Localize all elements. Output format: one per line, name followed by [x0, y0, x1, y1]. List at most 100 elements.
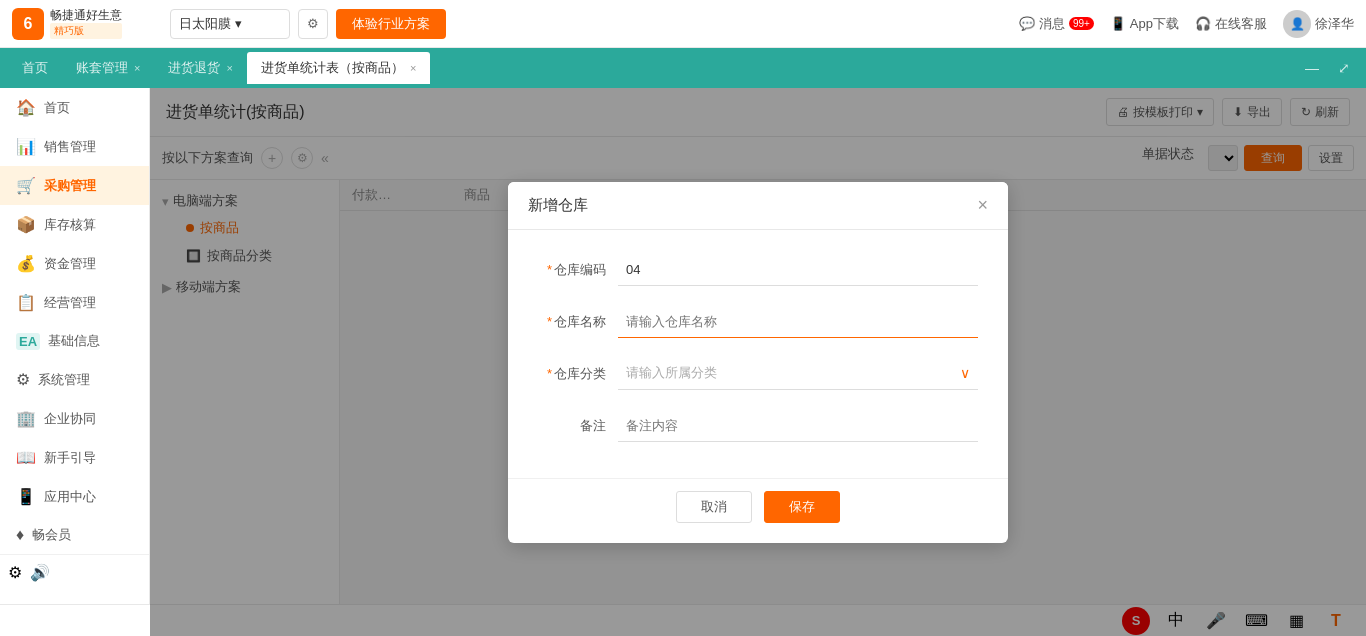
modal-body: *仓库编码 *仓库名称 *仓库分类 [508, 230, 1008, 478]
content-area: 进货单统计(按商品) 🖨 按模板打印 ▾ ⬇ 导出 ↻ 刷新 按以下方案查询 [150, 88, 1366, 636]
user-area[interactable]: 👤 徐泽华 [1283, 10, 1354, 38]
settings-bottom-icon[interactable]: ⚙ [8, 563, 22, 582]
speaker-icon[interactable]: 🔊 [30, 563, 50, 582]
sidebar-item-enterprise[interactable]: 🏢 企业协同 [0, 399, 149, 438]
tab-home[interactable]: 首页 [8, 52, 62, 84]
sidebar-item-basic-info[interactable]: EA 基础信息 [0, 322, 149, 360]
message-icon: 💬 [1019, 16, 1035, 31]
vip-icon: ♦ [16, 526, 24, 544]
warehouse-name-row: *仓库名称 [538, 306, 978, 338]
sidebar-item-guide-label: 新手引导 [44, 449, 96, 467]
header-right: 💬 消息 99+ 📱 App下载 🎧 在线客服 👤 徐泽华 [1019, 10, 1354, 38]
headset-icon: 🎧 [1195, 16, 1211, 31]
message-label: 消息 [1039, 15, 1065, 33]
modal-header: 新增仓库 × [508, 182, 1008, 230]
search-select[interactable]: 日太阳膜 ▾ [170, 9, 290, 39]
tab-bar-controls: — ⤢ [1298, 54, 1358, 82]
chevron-down-icon: ▾ [235, 16, 242, 31]
system-icon: ⚙ [16, 370, 30, 389]
modal-close-button[interactable]: × [977, 196, 988, 214]
inventory-icon: 📦 [16, 215, 36, 234]
sales-icon: 📊 [16, 137, 36, 156]
top-header: 6 畅捷通好生意 精巧版 日太阳膜 ▾ ⚙ 体验行业方案 💬 消息 99+ 📱 … [0, 0, 1366, 48]
warehouse-name-input[interactable] [618, 306, 978, 338]
enterprise-icon: 🏢 [16, 409, 36, 428]
gear-button[interactable]: ⚙ [298, 9, 328, 39]
basic-info-icon: EA [16, 333, 40, 350]
cancel-button[interactable]: 取消 [676, 491, 752, 523]
logo-text1: 畅捷通好生意 [50, 8, 122, 24]
remark-label: 备注 [538, 417, 618, 435]
sidebar: 🏠 首页 📊 销售管理 🛒 采购管理 📦 库存核算 💰 资金管理 📋 经营管理 … [0, 88, 150, 636]
sidebar-item-appstore-label: 应用中心 [44, 488, 96, 506]
warehouse-remark-row: 备注 [538, 410, 978, 442]
category-chevron-icon: ∨ [960, 365, 970, 381]
main-layout: 🏠 首页 📊 销售管理 🛒 采购管理 📦 库存核算 💰 资金管理 📋 经营管理 … [0, 88, 1366, 636]
logo-badge: 精巧版 [50, 23, 122, 39]
tab-maximize-button[interactable]: ⤢ [1330, 54, 1358, 82]
logo-icon: 6 [12, 8, 44, 40]
sidebar-item-operations[interactable]: 📋 经营管理 [0, 283, 149, 322]
trial-button[interactable]: 体验行业方案 [336, 9, 446, 39]
tab-accounts[interactable]: 账套管理 × [62, 52, 154, 84]
tab-returns[interactable]: 进货退货 × [154, 52, 246, 84]
home-icon: 🏠 [16, 98, 36, 117]
app-download-button[interactable]: 📱 App下载 [1110, 15, 1179, 33]
tab-bar: 首页 账套管理 × 进货退货 × 进货单统计表（按商品） × — ⤢ [0, 48, 1366, 88]
messages-button[interactable]: 💬 消息 99+ [1019, 15, 1094, 33]
user-name: 徐泽华 [1315, 15, 1354, 33]
sidebar-item-sales-label: 销售管理 [44, 138, 96, 156]
modal-footer: 取消 保存 [508, 478, 1008, 543]
tab-purchase-stats-close[interactable]: × [410, 62, 416, 74]
category-label: *仓库分类 [538, 365, 618, 383]
sidebar-item-inventory[interactable]: 📦 库存核算 [0, 205, 149, 244]
sidebar-item-operations-label: 经营管理 [44, 294, 96, 312]
warehouse-category-row: *仓库分类 请输入所属分类 ∨ [538, 358, 978, 390]
sidebar-item-vip[interactable]: ♦ 畅会员 [0, 516, 149, 554]
sidebar-item-sales[interactable]: 📊 销售管理 [0, 127, 149, 166]
message-badge: 99+ [1069, 17, 1094, 30]
modal-title: 新增仓库 [528, 196, 588, 215]
purchase-icon: 🛒 [16, 176, 36, 195]
tab-purchase-stats[interactable]: 进货单统计表（按商品） × [247, 52, 430, 84]
code-label: *仓库编码 [538, 261, 618, 279]
new-warehouse-modal: 新增仓库 × *仓库编码 *仓库名称 [508, 182, 1008, 543]
avatar: 👤 [1283, 10, 1311, 38]
tab-returns-close[interactable]: × [226, 62, 232, 74]
gear-icon: ⚙ [307, 16, 319, 31]
tab-home-label: 首页 [22, 59, 48, 77]
sidebar-item-purchase-label: 采购管理 [44, 177, 96, 195]
phone-icon: 📱 [1110, 16, 1126, 31]
category-placeholder: 请输入所属分类 [626, 364, 717, 382]
sidebar-item-guide[interactable]: 📖 新手引导 [0, 438, 149, 477]
tab-minimize-button[interactable]: — [1298, 54, 1326, 82]
sidebar-item-home-label: 首页 [44, 99, 70, 117]
save-button[interactable]: 保存 [764, 491, 840, 523]
sidebar-item-finance-label: 资金管理 [44, 255, 96, 273]
operations-icon: 📋 [16, 293, 36, 312]
sidebar-item-system[interactable]: ⚙ 系统管理 [0, 360, 149, 399]
name-label: *仓库名称 [538, 313, 618, 331]
appstore-icon: 📱 [16, 487, 36, 506]
modal-overlay[interactable]: 新增仓库 × *仓库编码 *仓库名称 [150, 88, 1366, 636]
sidebar-item-appstore[interactable]: 📱 应用中心 [0, 477, 149, 516]
warehouse-category-select[interactable]: 请输入所属分类 ∨ [618, 358, 978, 390]
sidebar-item-inventory-label: 库存核算 [44, 216, 96, 234]
service-label: 在线客服 [1215, 15, 1267, 33]
guide-icon: 📖 [16, 448, 36, 467]
sidebar-item-finance[interactable]: 💰 资金管理 [0, 244, 149, 283]
sidebar-item-home[interactable]: 🏠 首页 [0, 88, 149, 127]
sidebar-item-system-label: 系统管理 [38, 371, 90, 389]
finance-icon: 💰 [16, 254, 36, 273]
tab-returns-label: 进货退货 [168, 59, 220, 77]
sidebar-item-purchase[interactable]: 🛒 采购管理 [0, 166, 149, 205]
sidebar-item-basic-info-label: 基础信息 [48, 332, 100, 350]
tab-accounts-close[interactable]: × [134, 62, 140, 74]
warehouse-code-input[interactable] [618, 254, 978, 286]
online-service-button[interactable]: 🎧 在线客服 [1195, 15, 1267, 33]
sidebar-item-enterprise-label: 企业协同 [44, 410, 96, 428]
warehouse-remark-input[interactable] [618, 410, 978, 442]
logo-area: 6 畅捷通好生意 精巧版 [12, 8, 162, 40]
app-label: App下载 [1130, 15, 1179, 33]
tab-accounts-label: 账套管理 [76, 59, 128, 77]
